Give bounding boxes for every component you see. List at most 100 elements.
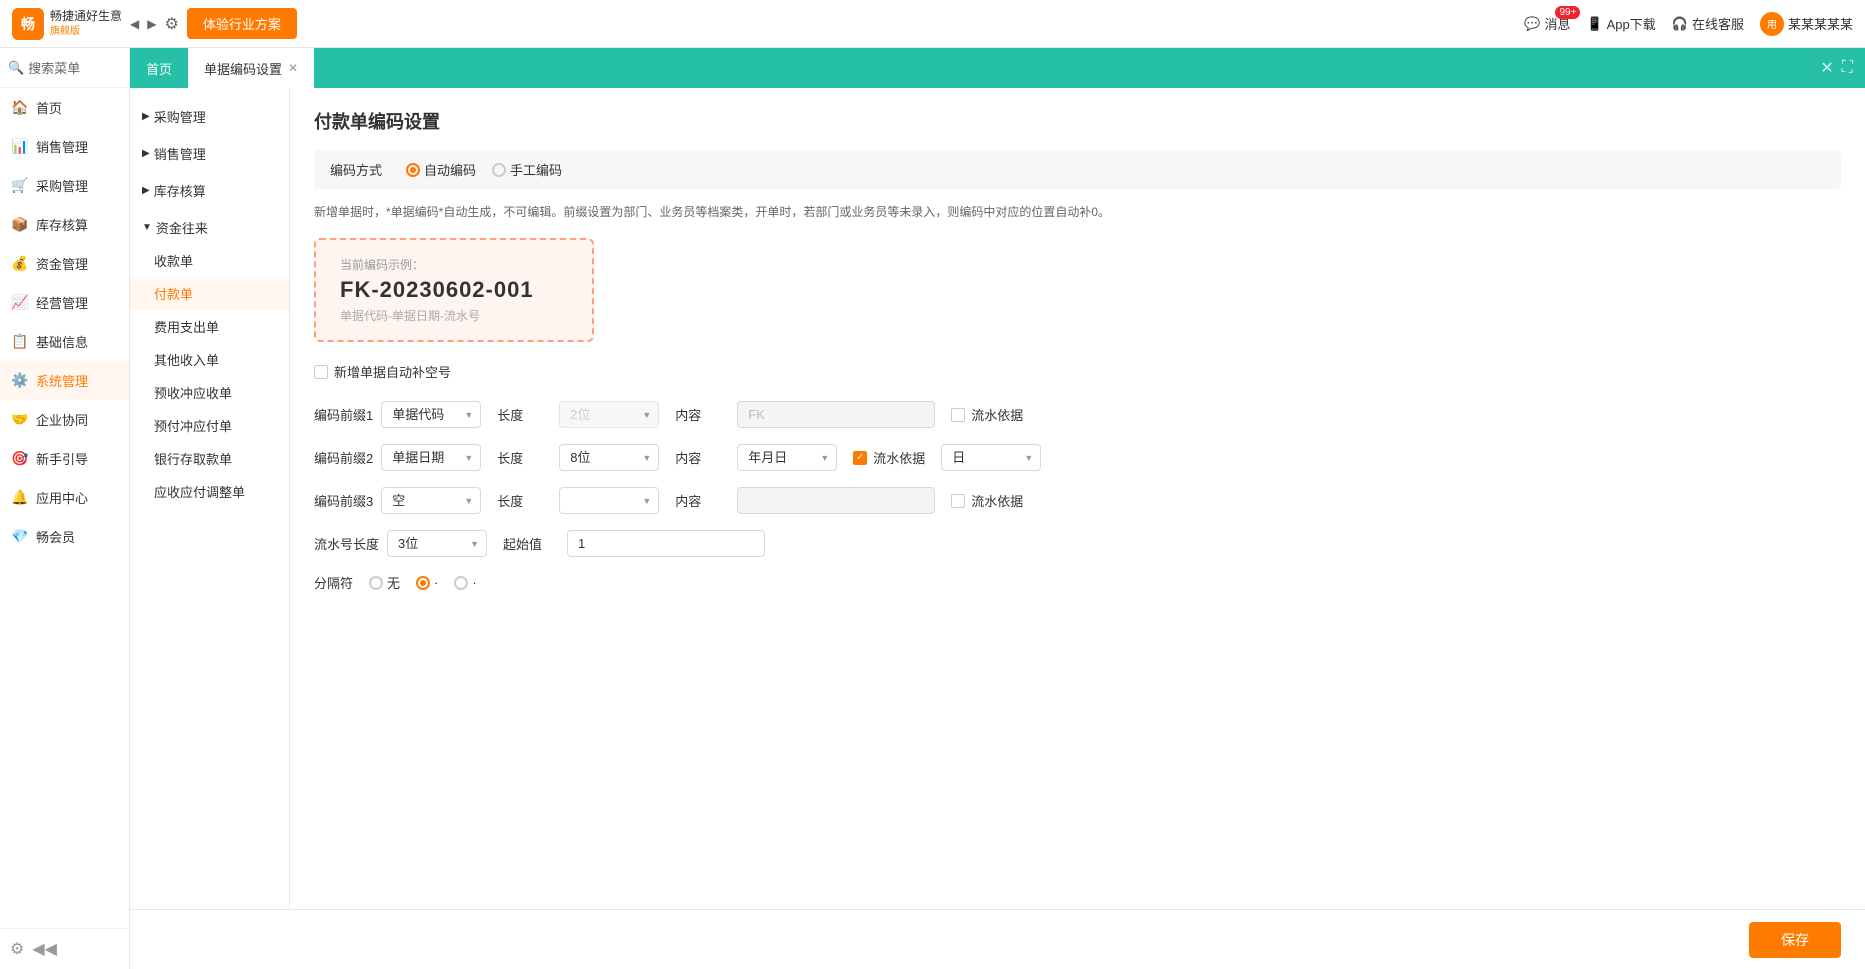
left-nav-capital-title[interactable]: ▼ 资金往来 [130, 211, 289, 244]
tab-close-window-icon[interactable]: ✕ [1820, 58, 1833, 78]
app-icon: 📱 [1586, 16, 1602, 32]
sidebar-item-purchase[interactable]: 🛒 采购管理 [0, 166, 129, 205]
prefix2-field: 编码前缀2 单据日期 [314, 444, 481, 471]
tab-home[interactable]: 首页 [130, 48, 188, 88]
left-nav-sales-title[interactable]: ▶ 销售管理 [130, 137, 289, 170]
serial-length-select[interactable]: 3位4位 [387, 530, 487, 557]
left-nav-group-sales: ▶ 销售管理 [130, 137, 289, 170]
content2-select[interactable]: 年月日年月年 [737, 444, 837, 471]
sidebar-item-system[interactable]: ⚙️ 系统管理 [0, 361, 129, 400]
prefix3-label: 编码前缀3 [314, 491, 373, 510]
inventory-icon: 📦 [12, 217, 28, 233]
sep-dash-option[interactable]: · [454, 575, 476, 590]
sep-dot-option[interactable]: · [416, 575, 438, 590]
day-select-wrapper: 日月年 [941, 444, 1041, 471]
serial2-checkbox[interactable]: ✓ [853, 451, 867, 465]
serial3-checkbox[interactable] [951, 494, 965, 508]
sidebar-search[interactable]: 🔍 搜索菜单 [0, 48, 129, 88]
left-nav-group-capital: ▼ 资金往来 收款单 付款单 费用支出单 其他收入单 预收冲应收单 预付冲应付单… [130, 211, 289, 508]
serial1-checkbox[interactable] [951, 408, 965, 422]
prefix2-label: 编码前缀2 [314, 448, 373, 467]
prefix3-field: 编码前缀3 空 [314, 487, 481, 514]
sidebar-item-home[interactable]: 🏠 首页 [0, 88, 129, 127]
length2-select[interactable]: 8位 [559, 444, 659, 471]
sep-dash-radio[interactable] [454, 576, 468, 590]
prefix2-select-wrapper: 单据日期 [381, 444, 481, 471]
tab-close-icon[interactable]: ✕ [288, 61, 298, 75]
left-nav-advance-recv[interactable]: 预收冲应收单 [130, 376, 289, 409]
bottom-bar: 保存 [130, 909, 1865, 969]
collapse-icon[interactable]: ◀◀ [32, 939, 57, 959]
tab-bar-actions: ✕ ⛶ [1820, 58, 1865, 78]
system-icon: ⚙️ [12, 373, 28, 389]
day-select[interactable]: 日月年 [941, 444, 1041, 471]
left-nav-advance-pay[interactable]: 预付冲应付单 [130, 409, 289, 442]
tab-code-settings[interactable]: 单据编码设置 ✕ [188, 48, 314, 88]
preview-code: FK-20230602-001 [340, 277, 568, 303]
form-row-2: 编码前缀2 单据日期 长度 8位 [314, 444, 1841, 471]
sidebar-item-guide[interactable]: 🎯 新手引导 [0, 439, 129, 478]
sidebar-item-management[interactable]: 📈 经营管理 [0, 283, 129, 322]
manual-code-option[interactable]: 手工编码 [492, 160, 562, 179]
prefix1-select-wrapper: 单据代码 [381, 401, 481, 428]
serial-length-field: 流水号长度 3位4位 [314, 530, 487, 557]
preview-box: 当前编码示例： FK-20230602-001 单据代码-单据日期-流水号 [314, 238, 594, 342]
length3-select[interactable] [559, 487, 659, 514]
sidebar-item-enterprise[interactable]: 🤝 企业协同 [0, 400, 129, 439]
sidebar-item-inventory[interactable]: 📦 库存核算 [0, 205, 129, 244]
sep-none-option[interactable]: 无 [369, 573, 400, 592]
nav-gear-icon[interactable]: ⚙ [164, 14, 178, 34]
length2-select-wrapper: 8位 [559, 444, 659, 471]
message-button[interactable]: 💬 消息 99+ [1524, 14, 1570, 33]
auto-code-radio[interactable] [406, 163, 420, 177]
online-service-button[interactable]: 🎧 在线客服 [1672, 14, 1744, 33]
save-button[interactable]: 保存 [1749, 922, 1841, 958]
code-method-row: 编码方式 自动编码 手工编码 [314, 150, 1841, 189]
top-bar-nav: ◀ ▶ ⚙ 体验行业方案 [130, 8, 297, 39]
sidebar-item-member[interactable]: 💎 畅会员 [0, 517, 129, 556]
sidebar-item-apps[interactable]: 🔔 应用中心 [0, 478, 129, 517]
left-nav-receipt[interactable]: 收款单 [130, 244, 289, 277]
left-nav-bank[interactable]: 银行存取款单 [130, 442, 289, 475]
sidebar-item-finance[interactable]: 💰 资金管理 [0, 244, 129, 283]
search-icon: 🔍 [8, 60, 24, 76]
sidebar: 🔍 搜索菜单 🏠 首页 📊 销售管理 🛒 采购管理 📦 库存核算 💰 资金管理 … [0, 48, 130, 969]
code-method-label: 编码方式 [330, 160, 382, 179]
sidebar-item-sales[interactable]: 📊 销售管理 [0, 127, 129, 166]
serial1-field: 流水依据 [951, 405, 1023, 424]
content3-field: 内容 [675, 487, 935, 514]
left-nav-other-income[interactable]: 其他收入单 [130, 343, 289, 376]
left-nav-inventory-title[interactable]: ▶ 库存核算 [130, 174, 289, 207]
settings-bottom-icon[interactable]: ⚙ [10, 939, 24, 959]
auto-fill-checkbox[interactable] [314, 365, 328, 379]
start-value-input[interactable] [567, 530, 765, 557]
app-download-button[interactable]: 📱 App下载 [1586, 14, 1655, 33]
sidebar-item-basic[interactable]: 📋 基础信息 [0, 322, 129, 361]
content1-label: 内容 [675, 405, 731, 424]
prefix3-select[interactable]: 空 [381, 487, 481, 514]
nav-prev-arrow[interactable]: ◀ [130, 17, 139, 31]
left-nav-adjustment[interactable]: 应收应付调整单 [130, 475, 289, 508]
auto-code-option[interactable]: 自动编码 [406, 160, 476, 179]
left-nav-purchase-title[interactable]: ▶ 采购管理 [130, 100, 289, 133]
sep-none-radio[interactable] [369, 576, 383, 590]
content2-field: 内容 年月日年月年 [675, 444, 837, 471]
chevron-right-icon2: ▶ [142, 148, 150, 159]
content-area: 首页 单据编码设置 ✕ ✕ ⛶ ▶ 采购管理 [130, 48, 1865, 969]
length1-select[interactable]: 2位 [559, 401, 659, 428]
left-nav-payment[interactable]: 付款单 [130, 277, 289, 310]
sep-dot-radio[interactable] [416, 576, 430, 590]
separator-label: 分隔符 [314, 573, 353, 592]
left-nav-expense[interactable]: 费用支出单 [130, 310, 289, 343]
experience-button[interactable]: 体验行业方案 [187, 8, 297, 39]
logo-text: 畅捷通好生意 旗舰版 [50, 9, 122, 38]
prefix2-select[interactable]: 单据日期 [381, 444, 481, 471]
serial-length-row: 流水号长度 3位4位 起始值 [314, 530, 1841, 557]
prefix1-select[interactable]: 单据代码 [381, 401, 481, 428]
manual-code-radio[interactable] [492, 163, 506, 177]
user-menu[interactable]: 用 某某某某某 [1760, 12, 1853, 36]
length2-field: 长度 8位 [497, 444, 659, 471]
tab-maximize-icon[interactable]: ⛶ [1842, 59, 1853, 77]
message-badge: 99+ [1555, 6, 1580, 19]
nav-next-arrow[interactable]: ▶ [147, 17, 156, 31]
